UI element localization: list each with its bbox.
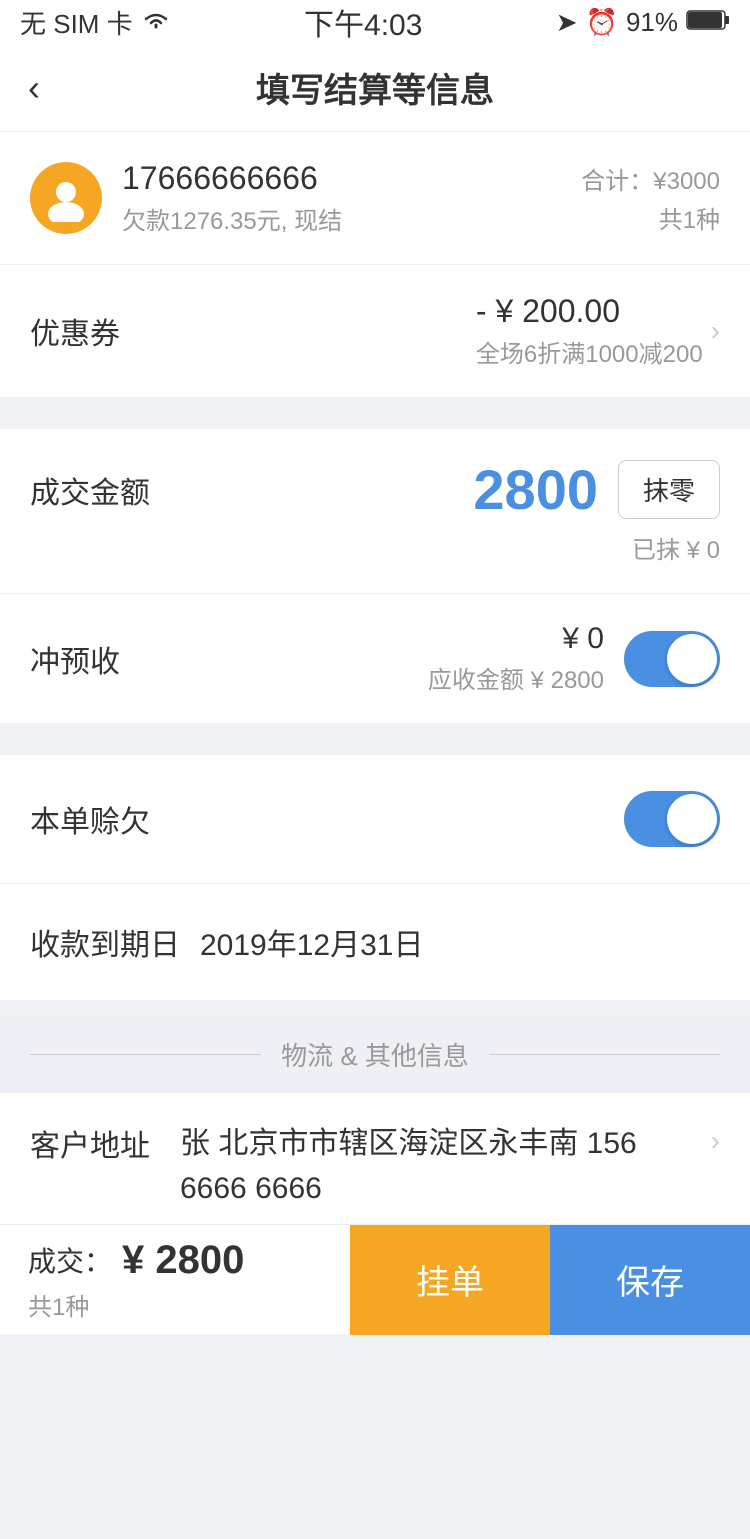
round-button[interactable]: 抹零 [618,460,720,519]
logistics-header-text: 物流 & 其他信息 [281,1036,469,1073]
customer-info: 17666666666 欠款1276.35元, 现结 [122,160,342,236]
due-date-label: 收款到期日 [30,920,180,964]
customer-row: 17666666666 欠款1276.35元, 现结 合计：¥3000 共1种 [0,132,750,264]
address-label: 客户地址 [30,1121,150,1165]
alarm-icon: ⏰ [586,7,618,38]
amount-sub: 已抹 ¥ 0 [30,530,720,565]
due-date-row: 收款到期日 2019年12月31日 [30,920,720,964]
avatar [30,162,102,234]
prepay-label: 冲预收 [30,637,120,681]
coupon-chevron-icon: › [711,315,720,347]
status-bar: 无 SIM 卡 下午4:03 ➤ ⏰ 91% [0,0,750,44]
due-date-section: 收款到期日 2019年12月31日 [0,883,750,1000]
status-left: 无 SIM 卡 [20,4,171,41]
coupon-right: - ¥ 200.00 全场6折满1000减200 › [476,293,720,369]
page-title: 填写结算等信息 [256,63,494,112]
wifi-icon [141,7,171,38]
toggle-knob [667,634,717,684]
footer-deal: 成交： ¥ 2800 [28,1238,322,1283]
amount-row: 成交金额 2800 抹零 [30,457,720,522]
location-icon: ➤ [556,7,578,38]
save-button[interactable]: 保存 [550,1225,750,1335]
battery-icon [686,7,730,38]
address-row[interactable]: 客户地址 张 北京市市辖区海淀区永丰南 156 6666 6666 › [30,1121,720,1211]
coupon-row[interactable]: 优惠券 - ¥ 200.00 全场6折满1000减200 › [0,264,750,397]
coupon-desc: 全场6折满1000减200 [476,334,703,369]
prepay-row: 冲预收 ¥ 0 应收金额 ¥ 2800 [30,622,720,695]
total-amount-inline: ¥3000 [653,168,720,195]
amount-label: 成交金额 [30,468,150,512]
bad-debt-toggle-knob [667,794,717,844]
coupon-info: - ¥ 200.00 全场6折满1000减200 [476,293,703,369]
coupon-label: 优惠券 [30,309,120,353]
prepay-amount-block: ¥ 0 应收金额 ¥ 2800 [428,622,604,695]
battery-text: 91% [626,7,678,38]
header-line-left [30,1054,261,1055]
bad-debt-section: 本单赊欠 [0,755,750,883]
coupon-discount: - ¥ 200.00 [476,293,703,330]
status-right: ➤ ⏰ 91% [556,7,730,38]
back-button[interactable]: ‹ [28,67,40,109]
total-count: 共1种 [581,200,720,235]
prepay-amount: ¥ 0 [428,622,604,656]
amount-right: 2800 抹零 [473,457,720,522]
footer-summary: 成交： ¥ 2800 共1种 [0,1238,350,1322]
footer-deal-label: 成交： [28,1240,112,1280]
footer-count: 共1种 [28,1287,322,1322]
customer-phone: 17666666666 [122,160,342,197]
bad-debt-row: 本单赊欠 [30,791,720,847]
section-divider-1 [0,413,750,429]
amount-value: 2800 [473,457,598,522]
bad-debt-label: 本单赊欠 [30,797,150,841]
due-date-value: 2019年12月31日 [200,920,423,964]
avatar-inner [30,162,102,234]
sim-icon: 无 SIM 卡 [20,4,133,41]
section-divider-2 [0,723,750,739]
prepay-toggle[interactable] [624,631,720,687]
prepay-section: 冲预收 ¥ 0 应收金额 ¥ 2800 [0,593,750,723]
bad-debt-toggle[interactable] [624,791,720,847]
header-line-right [489,1054,720,1055]
logistics-header: 物流 & 其他信息 [0,1016,750,1093]
footer-deal-amount: ¥ 2800 [122,1238,244,1283]
total-label: 合计：¥3000 [581,161,720,196]
customer-note: 欠款1276.35元, 现结 [122,201,342,236]
status-time: 下午4:03 [304,0,422,44]
customer-card: 17666666666 欠款1276.35元, 现结 合计：¥3000 共1种 … [0,132,750,397]
amount-section: 成交金额 2800 抹零 已抹 ¥ 0 [0,429,750,593]
prepay-right: ¥ 0 应收金额 ¥ 2800 [428,622,720,695]
customer-right: 合计：¥3000 共1种 [581,161,720,235]
address-value: 张 北京市市辖区海淀区永丰南 156 6666 6666 [180,1121,701,1211]
address-section: 客户地址 张 北京市市辖区海淀区永丰南 156 6666 6666 › [0,1093,750,1239]
customer-left: 17666666666 欠款1276.35元, 现结 [30,160,342,236]
nav-bar: ‹ 填写结算等信息 [0,44,750,132]
hang-button[interactable]: 挂单 [350,1225,550,1335]
prepay-sub: 应收金额 ¥ 2800 [428,660,604,695]
footer-bar: 成交： ¥ 2800 共1种 挂单 保存 [0,1224,750,1334]
address-chevron-icon: › [711,1121,720,1157]
